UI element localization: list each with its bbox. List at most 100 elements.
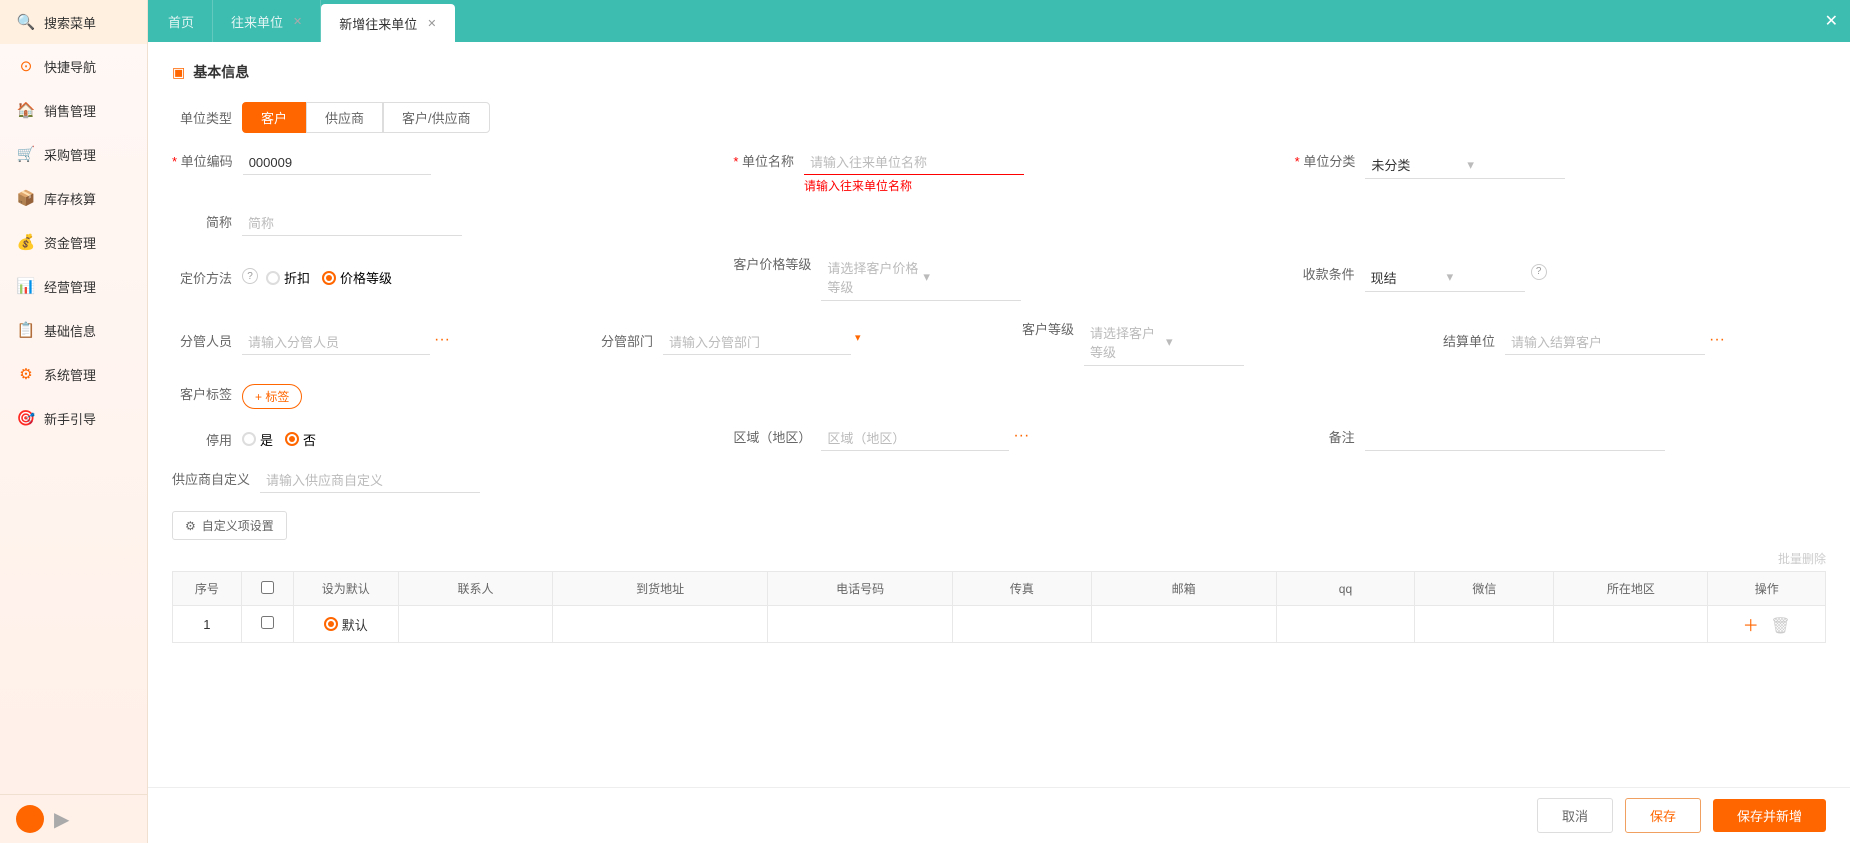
row-qq-input[interactable] (1310, 617, 1380, 632)
add-tag-button[interactable]: + 标签 (242, 384, 302, 409)
radio-no[interactable]: 否 (285, 430, 316, 449)
disabled-radio-group: 是 否 (242, 430, 316, 449)
close-all-tabs-icon[interactable]: ✕ (1825, 11, 1838, 31)
radio-discount[interactable]: 折扣 (266, 268, 310, 287)
payment-terms-chevron: ▾ (1447, 269, 1519, 285)
row-add-btn[interactable]: ＋ (1739, 618, 1763, 635)
remarks-label: 备注 (1295, 427, 1365, 446)
col-region: 所在地区 (1554, 572, 1708, 606)
save-button[interactable]: 保存 (1625, 798, 1701, 833)
table-actions: 批量删除 (172, 550, 1826, 567)
row-contact-cell (398, 606, 552, 643)
payment-terms-question-icon[interactable]: ? (1531, 264, 1547, 280)
table-body: 1 默认 (173, 606, 1826, 643)
field-customer-price-level: 客户价格等级 请选择客户价格等级 ▾ (733, 254, 1264, 301)
close-partner-tab[interactable]: ✕ (293, 15, 302, 28)
sidebar-item-guide[interactable]: 🎯 新手引导 (0, 396, 147, 440)
field-payment-terms: 收款条件 现结 ▾ ? (1295, 264, 1826, 292)
custom-settings-button[interactable]: ⚙ 自定义项设置 (172, 511, 287, 540)
sidebar-item-operations[interactable]: 📊 经营管理 (0, 264, 147, 308)
manager-input[interactable] (242, 331, 430, 355)
payment-terms-value: 现结 (1371, 268, 1443, 287)
sidebar-item-sales[interactable]: 🏠 销售管理 (0, 88, 147, 132)
col-email: 邮箱 (1091, 572, 1276, 606)
unit-type-row: 单位类型 客户 供应商 客户/供应商 (172, 102, 1826, 133)
basicinfo-icon: 📋 (16, 320, 36, 340)
row-checkbox[interactable] (261, 616, 274, 629)
radio-no-circle (285, 432, 299, 446)
row-region-cell-input[interactable] (1591, 617, 1671, 632)
remarks-input[interactable] (1365, 427, 1665, 451)
short-name-label: 简称 (172, 212, 242, 231)
unit-category-chevron: ▾ (1467, 157, 1559, 173)
contacts-table: 序号 设为默认 联系人 到货地址 电话号码 传真 邮箱 qq 微信 所在地区 操… (172, 571, 1826, 643)
sidebar-item-system[interactable]: ⚙ 系统管理 (0, 352, 147, 396)
unit-name-input[interactable] (804, 151, 1024, 175)
row-phone-input[interactable] (810, 617, 910, 632)
sidebar-item-search[interactable]: 🔍 搜索菜单 (0, 0, 147, 44)
tab-new-partner[interactable]: 新增往来单位 ✕ (321, 4, 455, 42)
field-customer-level: 客户等级 请选择客户等级 ▾ (1014, 319, 1405, 366)
guide-icon: 🎯 (16, 408, 36, 428)
row-qq-cell (1276, 606, 1415, 643)
row-default-cell: 默认 (293, 606, 398, 643)
col-contact: 联系人 (398, 572, 552, 606)
col-qq: qq (1276, 572, 1415, 606)
save-new-button[interactable]: 保存并新增 (1713, 799, 1826, 832)
sidebar-expand-icon[interactable]: ▶ (54, 807, 69, 832)
field-short-name: 简称 (172, 212, 1826, 236)
col-no: 序号 (173, 572, 242, 606)
table-head: 序号 设为默认 联系人 到货地址 电话号码 传真 邮箱 qq 微信 所在地区 操… (173, 572, 1826, 606)
field-tags: 客户标签 + 标签 (172, 384, 1826, 409)
row-default-radio-group: 默认 (304, 615, 388, 634)
field-region: 区域（地区） ··· (733, 427, 1264, 451)
row-no: 1 (173, 606, 242, 643)
dept-input[interactable] (663, 331, 851, 355)
manager-more-btn[interactable]: ··· (430, 331, 454, 349)
batch-delete-btn[interactable]: 批量删除 (1778, 550, 1826, 567)
sidebar-item-finance[interactable]: 💰 资金管理 (0, 220, 147, 264)
customer-level-select[interactable]: 请选择客户等级 ▾ (1084, 319, 1244, 366)
settlement-more-btn[interactable]: ··· (1705, 331, 1729, 349)
sidebar-item-quick-nav[interactable]: ⊙ 快捷导航 (0, 44, 147, 88)
sidebar-item-inventory[interactable]: 📦 库存核算 (0, 176, 147, 220)
type-btn-both[interactable]: 客户/供应商 (383, 102, 490, 133)
radio-price-level[interactable]: 价格等级 (322, 268, 392, 287)
type-btn-supplier[interactable]: 供应商 (306, 102, 383, 133)
tab-partner[interactable]: 往来单位 ✕ (213, 0, 321, 42)
unit-code-input[interactable] (243, 151, 431, 175)
payment-terms-select[interactable]: 现结 ▾ (1365, 264, 1525, 292)
tab-bar: 首页 往来单位 ✕ 新增往来单位 ✕ ✕ (148, 0, 1850, 42)
close-new-partner-tab[interactable]: ✕ (427, 17, 436, 30)
unit-category-select[interactable]: 未分类 ▾ (1365, 151, 1565, 179)
type-btn-customer[interactable]: 客户 (242, 102, 306, 133)
col-default: 设为默认 (293, 572, 398, 606)
sidebar-item-purchase[interactable]: 🛒 采购管理 (0, 132, 147, 176)
unit-category-label: 单位分类 (1295, 151, 1366, 170)
region-more-btn[interactable]: ··· (1009, 427, 1033, 445)
settlement-input[interactable] (1505, 331, 1705, 355)
row-disabled: 停用 是 否 区域（地区） ··· 备注 (172, 427, 1826, 451)
tab-home[interactable]: 首页 (148, 0, 213, 42)
row-pricing: 定价方法 ? 折扣 价格等级 客户价格等级 请选择客户价格等级 (172, 254, 1826, 301)
radio-yes[interactable]: 是 (242, 430, 273, 449)
row-fax-input[interactable] (987, 617, 1057, 632)
row-contact-input[interactable] (436, 617, 516, 632)
pricing-question-icon[interactable]: ? (242, 268, 258, 284)
row-address-input[interactable] (600, 617, 720, 632)
row-email-input[interactable] (1134, 617, 1234, 632)
field-settlement: 结算单位 ··· (1435, 331, 1826, 355)
radio-discount-circle (266, 271, 280, 285)
row-default-radio[interactable] (324, 617, 338, 631)
cancel-button[interactable]: 取消 (1537, 798, 1613, 833)
purchase-icon: 🛒 (16, 144, 36, 164)
supplier-custom-input[interactable] (260, 469, 480, 493)
region-input[interactable] (821, 427, 1009, 451)
sidebar: 🔍 搜索菜单 ⊙ 快捷导航 🏠 销售管理 🛒 采购管理 📦 库存核算 💰 资金管… (0, 0, 148, 843)
short-name-input[interactable] (242, 212, 462, 236)
row-delete-btn[interactable]: 🗑 (1766, 618, 1794, 635)
row-wechat-input[interactable] (1449, 617, 1519, 632)
price-level-select[interactable]: 请选择客户价格等级 ▾ (821, 254, 1021, 301)
sidebar-item-basic-info[interactable]: 📋 基础信息 (0, 308, 147, 352)
select-all-checkbox[interactable] (261, 581, 274, 594)
